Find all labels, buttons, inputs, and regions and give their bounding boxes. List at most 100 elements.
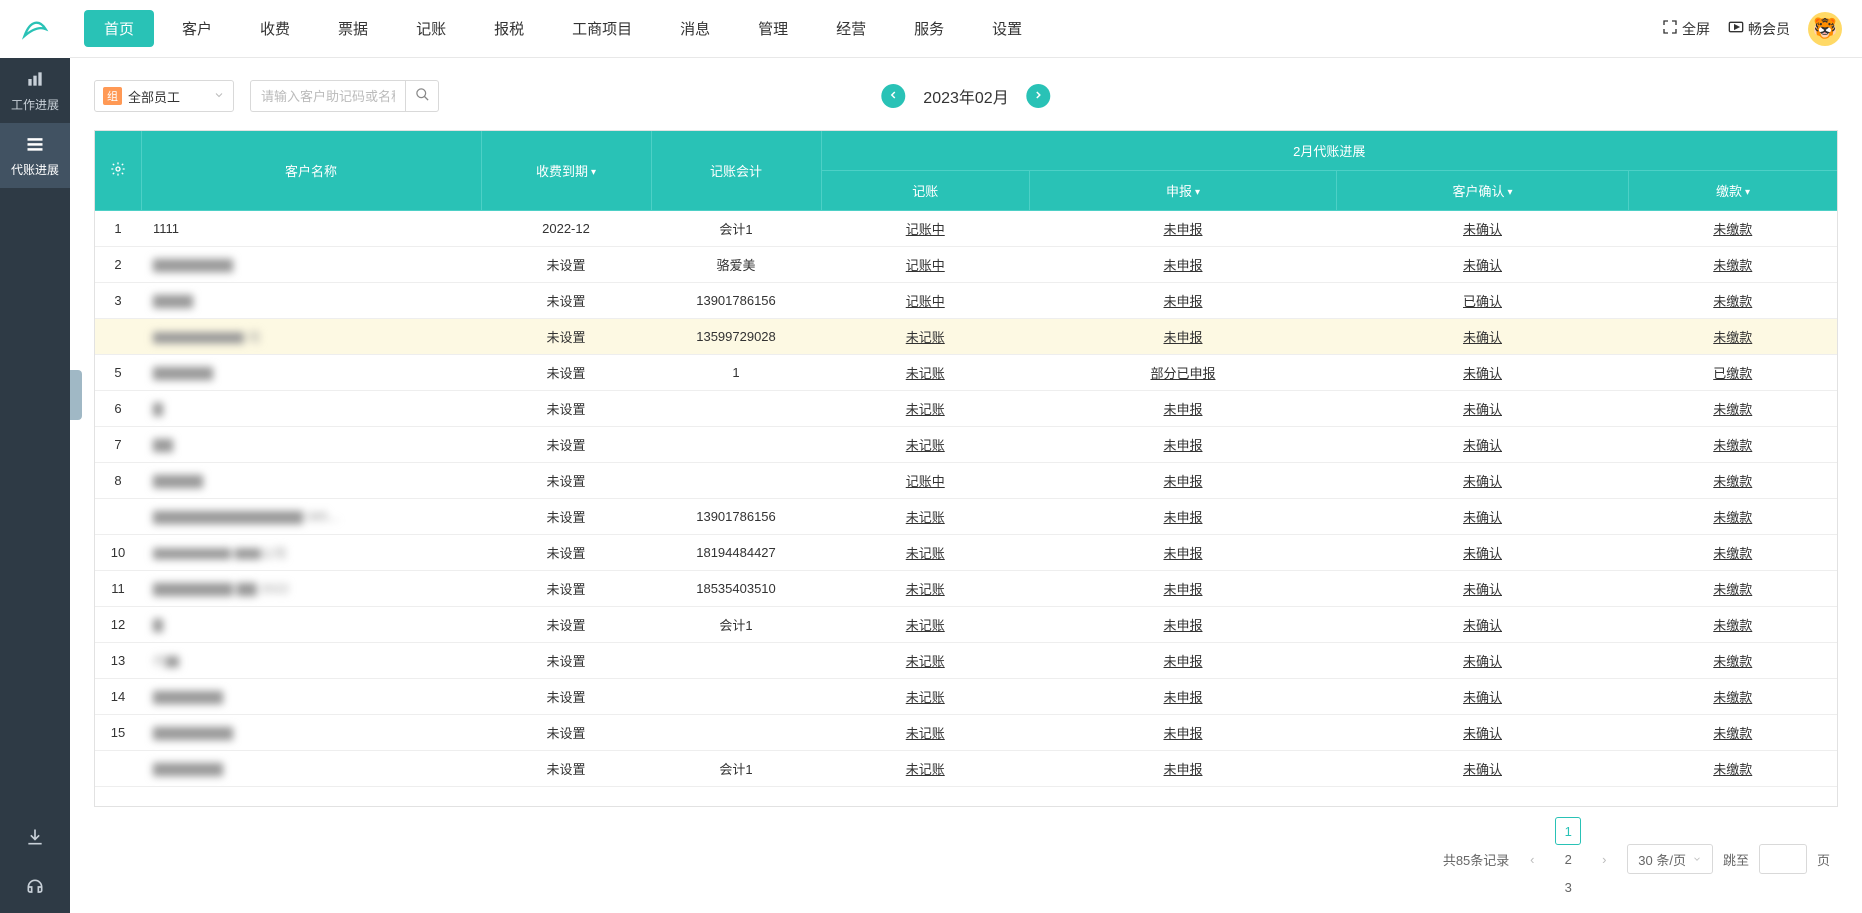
nav-item[interactable]: 收费 bbox=[240, 10, 310, 47]
nav-item[interactable]: 票据 bbox=[318, 10, 388, 47]
confirm-link[interactable]: 未确认 bbox=[1463, 474, 1502, 489]
sb-link[interactable]: 部分已申报 bbox=[1150, 366, 1215, 381]
sidebar-item-accounting-progress[interactable]: 代账进展 bbox=[0, 123, 70, 188]
pay-link[interactable]: 未缴款 bbox=[1713, 762, 1752, 777]
jz-link[interactable]: 未记账 bbox=[906, 690, 945, 705]
table-row[interactable]: 6▇未设置未记账未申报未确认未缴款 bbox=[95, 391, 1837, 427]
confirm-link[interactable]: 未确认 bbox=[1463, 438, 1502, 453]
table-row[interactable]: 3▇▇▇▇未设置13901786156记账中未申报已确认未缴款 bbox=[95, 283, 1837, 319]
sb-link[interactable]: 未申报 bbox=[1163, 474, 1202, 489]
download-button[interactable] bbox=[0, 813, 70, 863]
pay-link[interactable]: 已缴款 bbox=[1713, 366, 1752, 381]
confirm-link[interactable]: 未确认 bbox=[1463, 618, 1502, 633]
confirm-link[interactable]: 未确认 bbox=[1463, 762, 1502, 777]
table-row[interactable]: 10▇▇▇▇▇▇ ▇▇公司未设置18194484427未记账未申报未确认未缴款 bbox=[95, 535, 1837, 571]
table-row[interactable]: ▇▇▇▇▇▇▇未设置会计1未记账未申报未确认未缴款 bbox=[95, 751, 1837, 787]
page-size-select[interactable]: 30 条/页 bbox=[1627, 844, 1713, 874]
edge-expand-tab[interactable] bbox=[70, 370, 82, 420]
table-row[interactable]: 2▇▇▇▇▇▇▇▇未设置骆爱美记账中未申报未确认未缴款 bbox=[95, 247, 1837, 283]
confirm-link[interactable]: 已确认 bbox=[1463, 294, 1502, 309]
sb-link[interactable]: 未申报 bbox=[1163, 330, 1202, 345]
table-row[interactable]: 5▇▇▇▇▇▇未设置1未记账部分已申报未确认已缴款 bbox=[95, 355, 1837, 391]
jump-page-input[interactable] bbox=[1759, 844, 1807, 874]
sb-link[interactable]: 未申报 bbox=[1163, 726, 1202, 741]
sb-link[interactable]: 未申报 bbox=[1163, 654, 1202, 669]
sb-link[interactable]: 未申报 bbox=[1163, 618, 1202, 633]
table-row[interactable]: 12▇未设置会计1未记账未申报未确认未缴款 bbox=[95, 607, 1837, 643]
table-row[interactable]: ▇▇▇▇▇▇▇▇▇▇▇▇▇▇▇ 085...未设置13901786156未记账未… bbox=[95, 499, 1837, 535]
jz-link[interactable]: 未记账 bbox=[906, 726, 945, 741]
nav-item[interactable]: 服务 bbox=[894, 10, 964, 47]
pay-link[interactable]: 未缴款 bbox=[1713, 510, 1752, 525]
pay-link[interactable]: 未缴款 bbox=[1713, 330, 1752, 345]
jz-link[interactable]: 未记账 bbox=[906, 546, 945, 561]
sb-link[interactable]: 未申报 bbox=[1163, 294, 1202, 309]
vip-button[interactable]: 畅会员 bbox=[1728, 19, 1790, 39]
page-number[interactable]: 3 bbox=[1555, 873, 1581, 901]
table-row[interactable]: 15▇▇▇▇▇▇▇▇未设置未记账未申报未确认未缴款 bbox=[95, 715, 1837, 751]
table-row[interactable]: 8▇▇▇▇▇未设置记账中未申报未确认未缴款 bbox=[95, 463, 1837, 499]
table-row[interactable]: 11▇▇▇▇▇▇▇▇ ▇▇ 2022未设置18535403510未记账未申报未确… bbox=[95, 571, 1837, 607]
nav-item[interactable]: 报税 bbox=[474, 10, 544, 47]
table-row[interactable]: 14▇▇▇▇▇▇▇未设置未记账未申报未确认未缴款 bbox=[95, 679, 1837, 715]
pay-link[interactable]: 未缴款 bbox=[1713, 222, 1752, 237]
search-input[interactable] bbox=[250, 80, 405, 112]
pay-link[interactable]: 未缴款 bbox=[1713, 438, 1752, 453]
jz-link[interactable]: 记账中 bbox=[906, 222, 945, 237]
confirm-link[interactable]: 未确认 bbox=[1463, 654, 1502, 669]
confirm-link[interactable]: 未确认 bbox=[1463, 330, 1502, 345]
prev-page-button[interactable]: ‹ bbox=[1519, 845, 1545, 873]
pay-link[interactable]: 未缴款 bbox=[1713, 582, 1752, 597]
nav-item[interactable]: 管理 bbox=[738, 10, 808, 47]
sb-link[interactable]: 未申报 bbox=[1163, 222, 1202, 237]
confirm-link[interactable]: 未确认 bbox=[1463, 402, 1502, 417]
support-button[interactable] bbox=[0, 863, 70, 913]
nav-item[interactable]: 首页 bbox=[84, 10, 154, 47]
pay-link[interactable]: 未缴款 bbox=[1713, 654, 1752, 669]
pay-link[interactable]: 未缴款 bbox=[1713, 690, 1752, 705]
pay-link[interactable]: 未缴款 bbox=[1713, 474, 1752, 489]
pay-link[interactable]: 未缴款 bbox=[1713, 546, 1752, 561]
th-pay[interactable]: 缴款▾ bbox=[1628, 171, 1837, 211]
nav-item[interactable]: 客户 bbox=[162, 10, 232, 47]
jz-link[interactable]: 记账中 bbox=[906, 258, 945, 273]
nav-item[interactable]: 经营 bbox=[816, 10, 886, 47]
sb-link[interactable]: 未申报 bbox=[1163, 762, 1202, 777]
pay-link[interactable]: 未缴款 bbox=[1713, 258, 1752, 273]
confirm-link[interactable]: 未确认 bbox=[1463, 258, 1502, 273]
sb-link[interactable]: 未申报 bbox=[1163, 546, 1202, 561]
sb-link[interactable]: 未申报 bbox=[1163, 690, 1202, 705]
th-expiry[interactable]: 收费到期▾ bbox=[481, 131, 651, 211]
jz-link[interactable]: 未记账 bbox=[906, 510, 945, 525]
jz-link[interactable]: 未记账 bbox=[906, 366, 945, 381]
fullscreen-button[interactable]: 全屏 bbox=[1662, 19, 1710, 39]
table-settings-button[interactable] bbox=[110, 161, 126, 180]
jz-link[interactable]: 未记账 bbox=[906, 438, 945, 453]
pay-link[interactable]: 未缴款 bbox=[1713, 294, 1752, 309]
jz-link[interactable]: 记账中 bbox=[906, 474, 945, 489]
th-sb[interactable]: 申报▾ bbox=[1029, 171, 1336, 211]
confirm-link[interactable]: 未确认 bbox=[1463, 726, 1502, 741]
prev-month-button[interactable] bbox=[881, 84, 905, 108]
user-avatar[interactable]: 🐯 bbox=[1808, 12, 1842, 46]
jz-link[interactable]: 未记账 bbox=[906, 618, 945, 633]
pay-link[interactable]: 未缴款 bbox=[1713, 402, 1752, 417]
th-confirm[interactable]: 客户确认▾ bbox=[1337, 171, 1629, 211]
table-row[interactable]: 7▇▇未设置未记账未申报未确认未缴款 bbox=[95, 427, 1837, 463]
confirm-link[interactable]: 未确认 bbox=[1463, 222, 1502, 237]
jz-link[interactable]: 未记账 bbox=[906, 582, 945, 597]
sb-link[interactable]: 未申报 bbox=[1163, 510, 1202, 525]
nav-item[interactable]: 设置 bbox=[972, 10, 1042, 47]
table-row[interactable]: ▇▇▇▇▇▇▇ 司未设置13599729028未记账未申报未确认未缴款 bbox=[95, 319, 1837, 355]
confirm-link[interactable]: 未确认 bbox=[1463, 582, 1502, 597]
sb-link[interactable]: 未申报 bbox=[1163, 402, 1202, 417]
jz-link[interactable]: 未记账 bbox=[906, 330, 945, 345]
jz-link[interactable]: 未记账 bbox=[906, 654, 945, 669]
next-month-button[interactable] bbox=[1027, 84, 1051, 108]
search-button[interactable] bbox=[405, 80, 439, 112]
table-row[interactable]: 111112022-12会计1记账中未申报未确认未缴款 bbox=[95, 211, 1837, 247]
nav-item[interactable]: 工商项目 bbox=[552, 10, 652, 47]
page-number[interactable]: 1 bbox=[1555, 817, 1581, 845]
jz-link[interactable]: 未记账 bbox=[906, 762, 945, 777]
sb-link[interactable]: 未申报 bbox=[1163, 582, 1202, 597]
